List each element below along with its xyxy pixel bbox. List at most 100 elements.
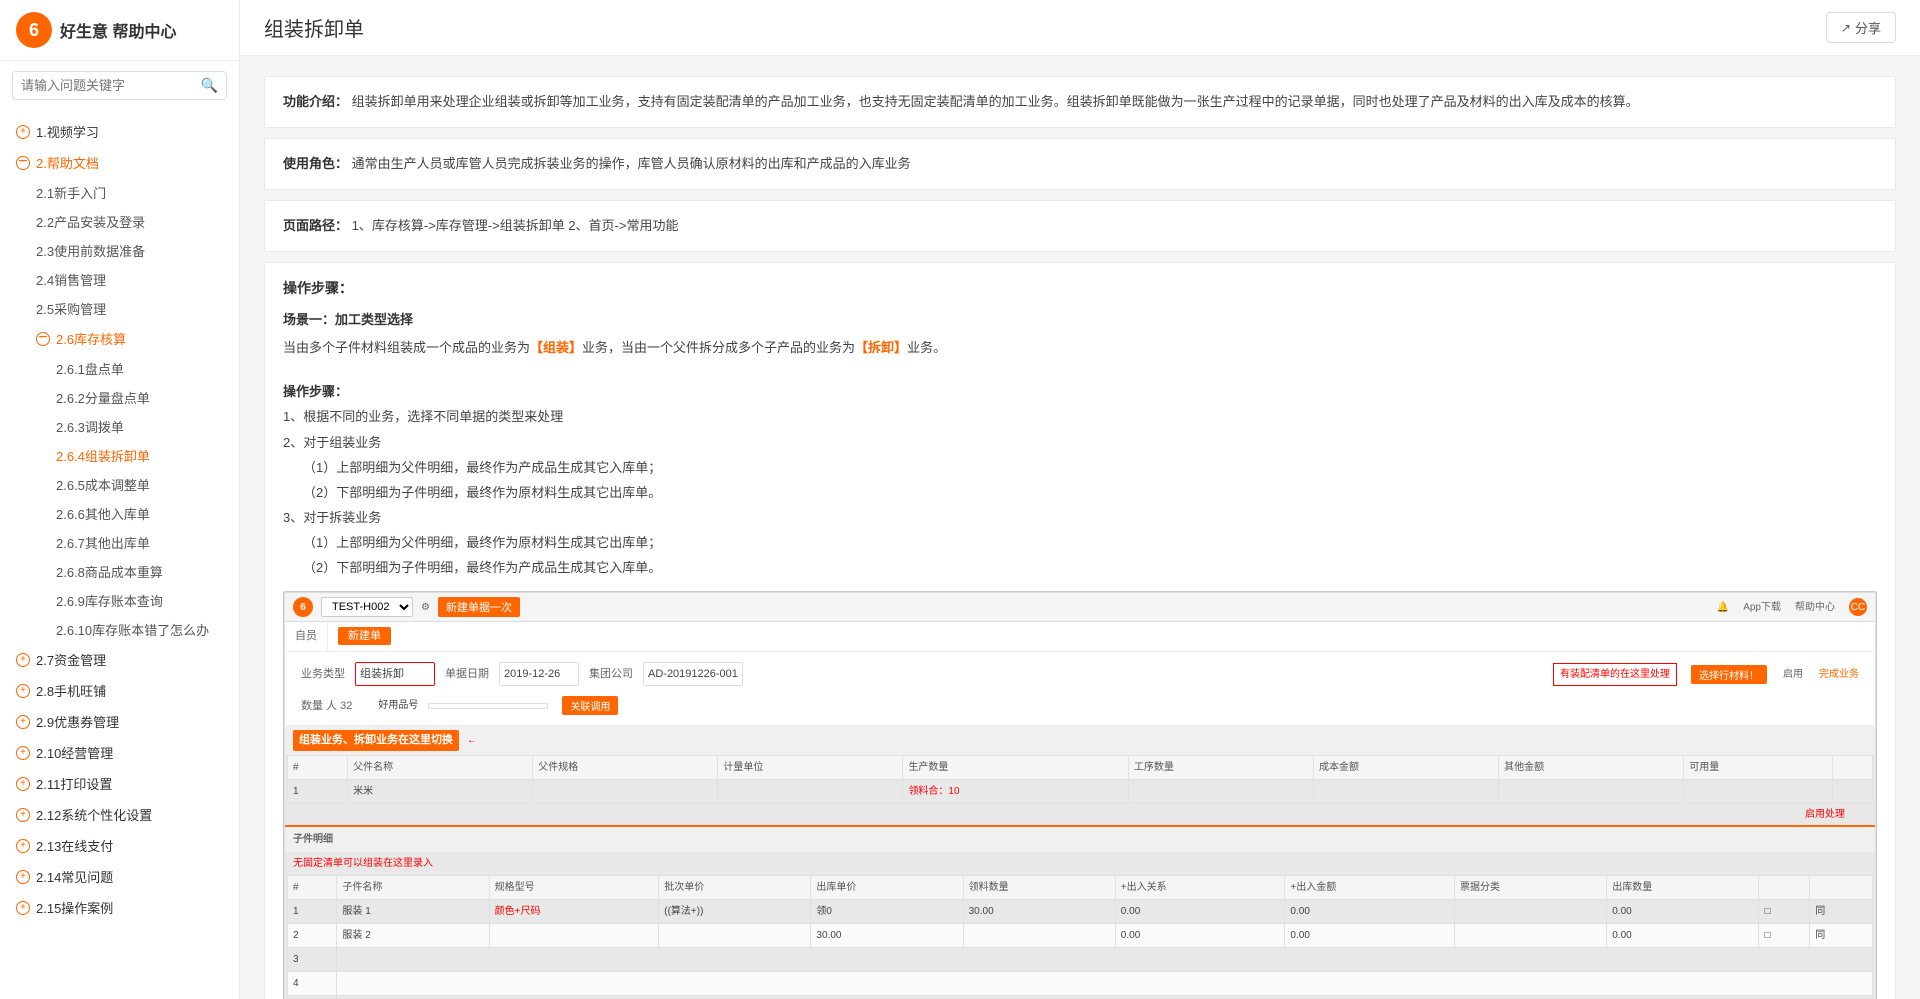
mock-bth-req: 领料数量 bbox=[963, 875, 1115, 899]
mock-td-1: 1 bbox=[288, 780, 348, 804]
sidebar-item-coupon-label: 2.9优惠券管理 bbox=[36, 712, 119, 731]
sidebar-item-2.6.5[interactable]: 2.6.5成本调整单 bbox=[0, 470, 239, 499]
mock-help-label: 帮助中心 bbox=[1795, 599, 1835, 616]
sidebar-item-payment-label: 2.13在线支付 bbox=[36, 836, 113, 855]
sidebar-item-video[interactable]: + 1.视频学习 bbox=[0, 116, 239, 147]
sidebar-item-print[interactable]: + 2.11打印设置 bbox=[0, 768, 239, 799]
mock-apply-btn: 关联调用 bbox=[562, 696, 618, 715]
mock-company-select: TEST-H002 bbox=[321, 597, 413, 617]
mock-bth-rel2: +出入金额 bbox=[1285, 875, 1455, 899]
mock-select-bom-btn: 选择行材料！ bbox=[1691, 665, 1767, 684]
sidebar-item-2.6.2[interactable]: 2.6.2分量盘点单 bbox=[0, 383, 239, 412]
table-row: 1 服装 1 颜色+尺码 ((算法+)) 领0 30.00 0.00 0.00 bbox=[288, 899, 1873, 923]
mock-type-label: 业务类型 bbox=[301, 665, 345, 684]
sidebar-item-faq[interactable]: + 2.14常见问题 bbox=[0, 861, 239, 892]
mock-topbar: 6 TEST-H002 ⚙ 新建单据一次 🔔 App下载 帮助中心 CC bbox=[285, 593, 1875, 622]
step2-1: （1）上部明细为父件明细，最终作为产成品生成其它入库单； bbox=[303, 457, 1877, 479]
mock-bth-out: 出库单价 bbox=[811, 875, 963, 899]
share-button[interactable]: ↗ 分享 bbox=[1826, 12, 1896, 43]
sidebar-item-sales[interactable]: 2.4销售管理 bbox=[0, 265, 239, 294]
role-text: 通常由生产人员或库管人员完成拆装业务的操作，库管人员确认原材料的出库和产成品的入… bbox=[352, 156, 911, 171]
steps-title: 操作步骤： bbox=[283, 277, 1877, 301]
sidebar-item-2.6.8[interactable]: 2.6.8商品成本重算 bbox=[0, 557, 239, 586]
sidebar-item-2.6.4[interactable]: 2.6.4组装拆卸单 bbox=[0, 441, 239, 470]
sidebar-item-settings[interactable]: + 2.12系统个性化设置 bbox=[0, 799, 239, 830]
step3-1: （1）上部明细为父件明细，最终作为原材料生成其它出库单； bbox=[303, 532, 1877, 554]
share-label: 分享 bbox=[1855, 18, 1881, 37]
mock-bell-icon: 🔔 bbox=[1717, 599, 1729, 616]
mock-bth-batch: 批次单价 bbox=[659, 875, 811, 899]
sidebar-item-management[interactable]: + 2.10经营管理 bbox=[0, 737, 239, 768]
mock-type-value: 组装拆卸 bbox=[355, 662, 435, 687]
sidebar-item-2.6.10[interactable]: 2.6.10库存账本错了怎么办 bbox=[0, 615, 239, 644]
mock-th-proc-qty: 工序数量 bbox=[1128, 756, 1313, 780]
sidebar-item-2.6.1[interactable]: 2.6.1盘点单 bbox=[0, 354, 239, 383]
mock-bottom-table-container: # 子件名称 规格型号 批次单价 出库单价 领料数量 +出入关系 +出入金额 票… bbox=[285, 875, 1875, 999]
mock-bth-type: 票据分类 bbox=[1455, 875, 1607, 899]
mock-bth-op2 bbox=[1810, 875, 1873, 899]
table-row: 2 服装 2 30.00 0.00 0.00 0.00 bbox=[288, 923, 1873, 947]
sidebar-item-2.6.7[interactable]: 2.6.7其他出库单 bbox=[0, 528, 239, 557]
table-row: 4 bbox=[288, 971, 1873, 995]
mock-bth-name: 子件名称 bbox=[337, 875, 489, 899]
sidebar-item-management-label: 2.10经营管理 bbox=[36, 743, 113, 762]
content-area: 功能介绍： 组装拆卸单用来处理企业组装或拆卸等加工业务，支持有固定装配清单的产品… bbox=[240, 56, 1920, 999]
mock-th-action bbox=[1833, 756, 1873, 780]
mock-td-procqty bbox=[1128, 780, 1313, 804]
sidebar-item-cases[interactable]: + 2.15操作案例 bbox=[0, 892, 239, 923]
search-button[interactable]: 🔍 bbox=[201, 77, 218, 94]
sidebar-item-mobile-label: 2.8手机旺铺 bbox=[36, 681, 106, 700]
sidebar-item-2.6.6[interactable]: 2.6.6其他入库单 bbox=[0, 499, 239, 528]
sidebar-item-new-user[interactable]: 2.1新手入门 bbox=[0, 178, 239, 207]
sidebar-item-2.6.3[interactable]: 2.6.3调拨单 bbox=[0, 412, 239, 441]
search-box[interactable]: 🔍 bbox=[12, 71, 227, 100]
app-name: 好生意 帮助中心 bbox=[60, 18, 176, 42]
mock-th-avail: 可用量 bbox=[1684, 756, 1833, 780]
sidebar-item-inventory[interactable]: − 2.6库存核算 bbox=[0, 323, 239, 354]
sidebar-item-data-prep[interactable]: 2.3使用前数据准备 bbox=[0, 236, 239, 265]
mock-form-row2: 数量 人 32 好用品号 关联调用 bbox=[293, 692, 1867, 719]
sidebar-item-finance[interactable]: + 2.7资金管理 bbox=[0, 644, 239, 675]
mock-th-prod-qty: 生产数量 bbox=[903, 756, 1128, 780]
expand-mobile-icon: + bbox=[16, 684, 30, 698]
step2-sub: （1）上部明细为父件明细，最终作为产成品生成其它入库单； （2）下部明细为子件明… bbox=[283, 457, 1877, 504]
mock-section-top-label: 组装业务、拆卸业务在这里切换 bbox=[293, 730, 459, 751]
mock-th-parent-spec: 父件规格 bbox=[533, 756, 718, 780]
collapse-inventory-icon: − bbox=[36, 332, 50, 346]
sidebar-header: 6 好生意 帮助中心 bbox=[0, 0, 239, 61]
mock-th-parent-name: 父件名称 bbox=[348, 756, 533, 780]
sidebar-item-docs[interactable]: − 2.帮助文档 bbox=[0, 147, 239, 178]
mock-logo: 6 bbox=[293, 597, 313, 617]
expand-faq-icon: + bbox=[16, 870, 30, 884]
expand-print-icon: + bbox=[16, 777, 30, 791]
mock-org-value: AD-20191226-001 bbox=[643, 662, 743, 687]
step2: 2、对于组装业务 bbox=[283, 432, 1877, 454]
intro-label: 功能介绍： bbox=[283, 94, 348, 109]
sidebar-item-video-label: 1.视频学习 bbox=[36, 122, 99, 141]
sidebar-item-install[interactable]: 2.2产品安装及登录 bbox=[0, 207, 239, 236]
intro-text: 组装拆卸单用来处理企业组装或拆卸等加工业务，支持有固定装配清单的产品加工业务，也… bbox=[352, 94, 1639, 109]
path-text: 1、库存核算->库存管理->组装拆卸单 2、首页->常用功能 bbox=[352, 218, 679, 233]
mock-section-top: 组装业务、拆卸业务在这里切换 ← bbox=[285, 726, 1875, 755]
mock-new-doc-btn: 新建单据一次 bbox=[438, 597, 520, 617]
mock-apps-label: App下载 bbox=[1743, 599, 1781, 616]
sidebar-item-purchase[interactable]: 2.5采购管理 bbox=[0, 294, 239, 323]
page-title: 组装拆卸单 bbox=[264, 13, 364, 42]
search-input[interactable] bbox=[21, 78, 201, 93]
sidebar-item-2.6.9[interactable]: 2.6.9库存账本查询 bbox=[0, 586, 239, 615]
sidebar-item-coupon[interactable]: + 2.9优惠券管理 bbox=[0, 706, 239, 737]
sidebar-item-payment[interactable]: + 2.13在线支付 bbox=[0, 830, 239, 861]
sidebar-item-cases-label: 2.15操作案例 bbox=[36, 898, 113, 917]
nav-tree: + 1.视频学习 − 2.帮助文档 2.1新手入门 2.2产品安装及登录 2.3… bbox=[0, 110, 239, 999]
assemble-highlight: 【组装】 bbox=[530, 340, 582, 355]
mock-other-btns: 完成业务 bbox=[1819, 666, 1859, 683]
expand-coupon-icon: + bbox=[16, 715, 30, 729]
mock-td-act bbox=[1833, 780, 1873, 804]
sidebar-item-mobile[interactable]: + 2.8手机旺铺 bbox=[0, 675, 239, 706]
step-content: 1、根据不同的业务，选择不同单据的类型来处理 2、对于组装业务 （1）上部明细为… bbox=[283, 406, 1877, 579]
mock-qty-label: 数量 人 32 bbox=[301, 697, 352, 716]
mock-bth-num: # bbox=[288, 875, 337, 899]
mock-settings-icon: ⚙ bbox=[421, 599, 430, 616]
role-label: 使用角色： bbox=[283, 156, 348, 171]
no-bom-annotation: 无固定清单可以组装在这里录入 bbox=[293, 858, 433, 869]
